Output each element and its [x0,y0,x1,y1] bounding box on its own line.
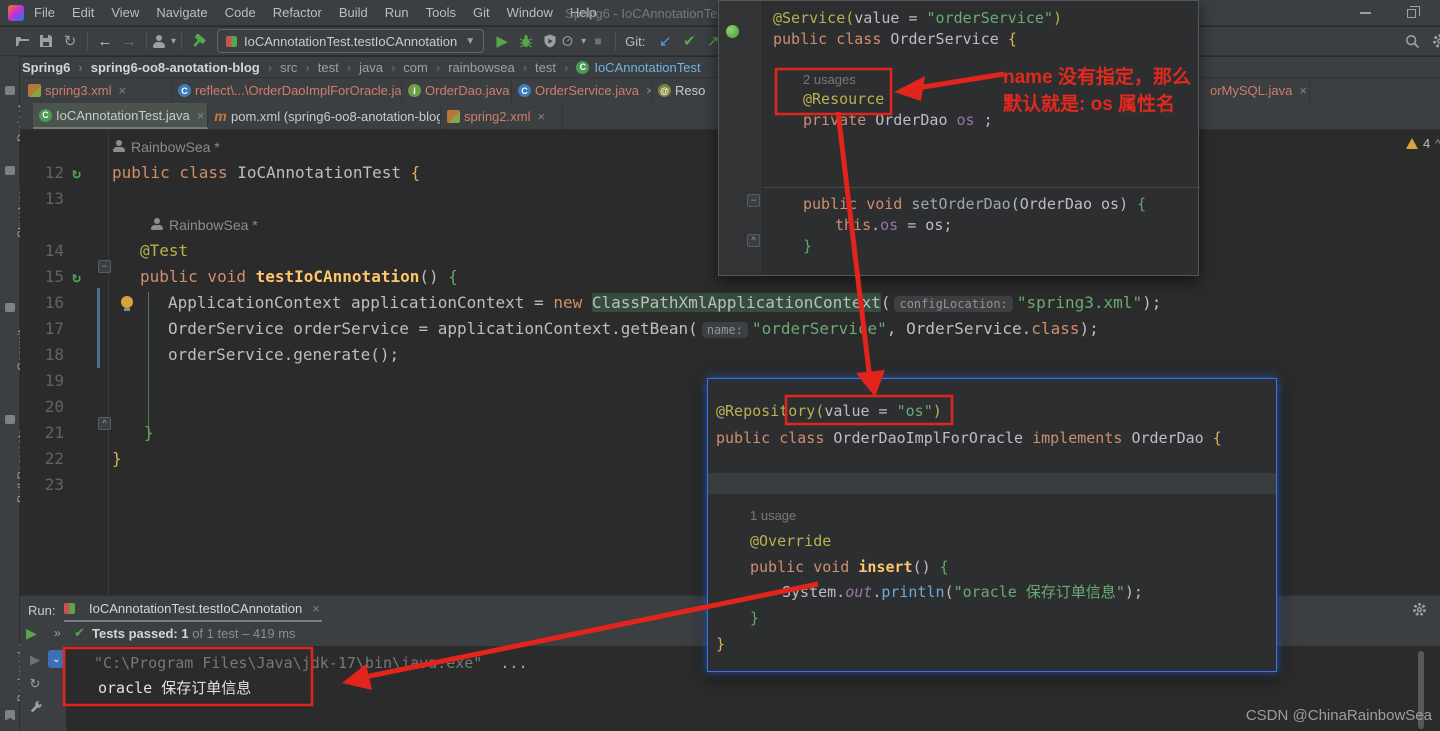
popup-separator [763,187,1200,188]
popup-order-service: − ^ @Service(value = "orderService") publ… [718,0,1200,276]
code-line: this.os = os; [835,216,953,234]
pull-requests-icon [5,415,15,424]
code-line: } [716,635,726,653]
code-line: @Resource [803,90,885,108]
code-line: 1 usage [750,508,797,523]
structure-icon [5,166,15,175]
popup-order-dao-oracle: @Repository(value = "os") public class Or… [707,378,1277,672]
code-line: public class OrderService { [773,30,1017,48]
ide-window: File Edit View Navigate Code Refactor Build Run… [0,0,1440,731]
code-line: @Override [750,532,832,550]
run-settings-gear-icon[interactable] [1412,602,1427,620]
annotation-note-line1: name 没有指定，那么 [1003,67,1191,88]
annotation-note-line2: 默认就是: os 属性名 [1003,94,1176,115]
popup-highlight-band [708,473,1276,494]
watermark: CSDN @ChinaRainbowSea [1245,707,1432,724]
project-icon [5,86,15,95]
popup-gutter: − ^ [719,1,763,275]
code-line: @Repository(value = "os") [716,402,942,420]
code-line: "C:\Program Files\Java\jdk-17\bin\java.e… [94,654,528,672]
code-line: public class OrderDaoImplForOracle imple… [716,429,1222,447]
fold-marker-icon[interactable]: − [747,194,760,207]
code-line: oracle 保存订单信息 [98,679,252,697]
tool-window-strip: ProjectStructureCommitPull RequestsBookm… [0,56,29,731]
spring-bean-icon[interactable] [726,25,739,38]
code-line: @Service(value = "orderService") [773,9,1062,27]
code-line: public void insert() { [750,558,949,576]
commit-icon [5,303,15,312]
code-line: 2 usages [803,72,856,87]
code-line: } [803,237,813,255]
code-line: public void setOrderDao(OrderDao os) { [803,195,1147,213]
fold-end-marker-icon[interactable]: ^ [747,234,760,247]
code-line: } [750,609,760,627]
code-line: private OrderDao os ; [803,111,993,129]
code-line: System.out.println("oracle 保存订单信息"); [782,583,1143,601]
bookmarks-icon [5,710,15,721]
